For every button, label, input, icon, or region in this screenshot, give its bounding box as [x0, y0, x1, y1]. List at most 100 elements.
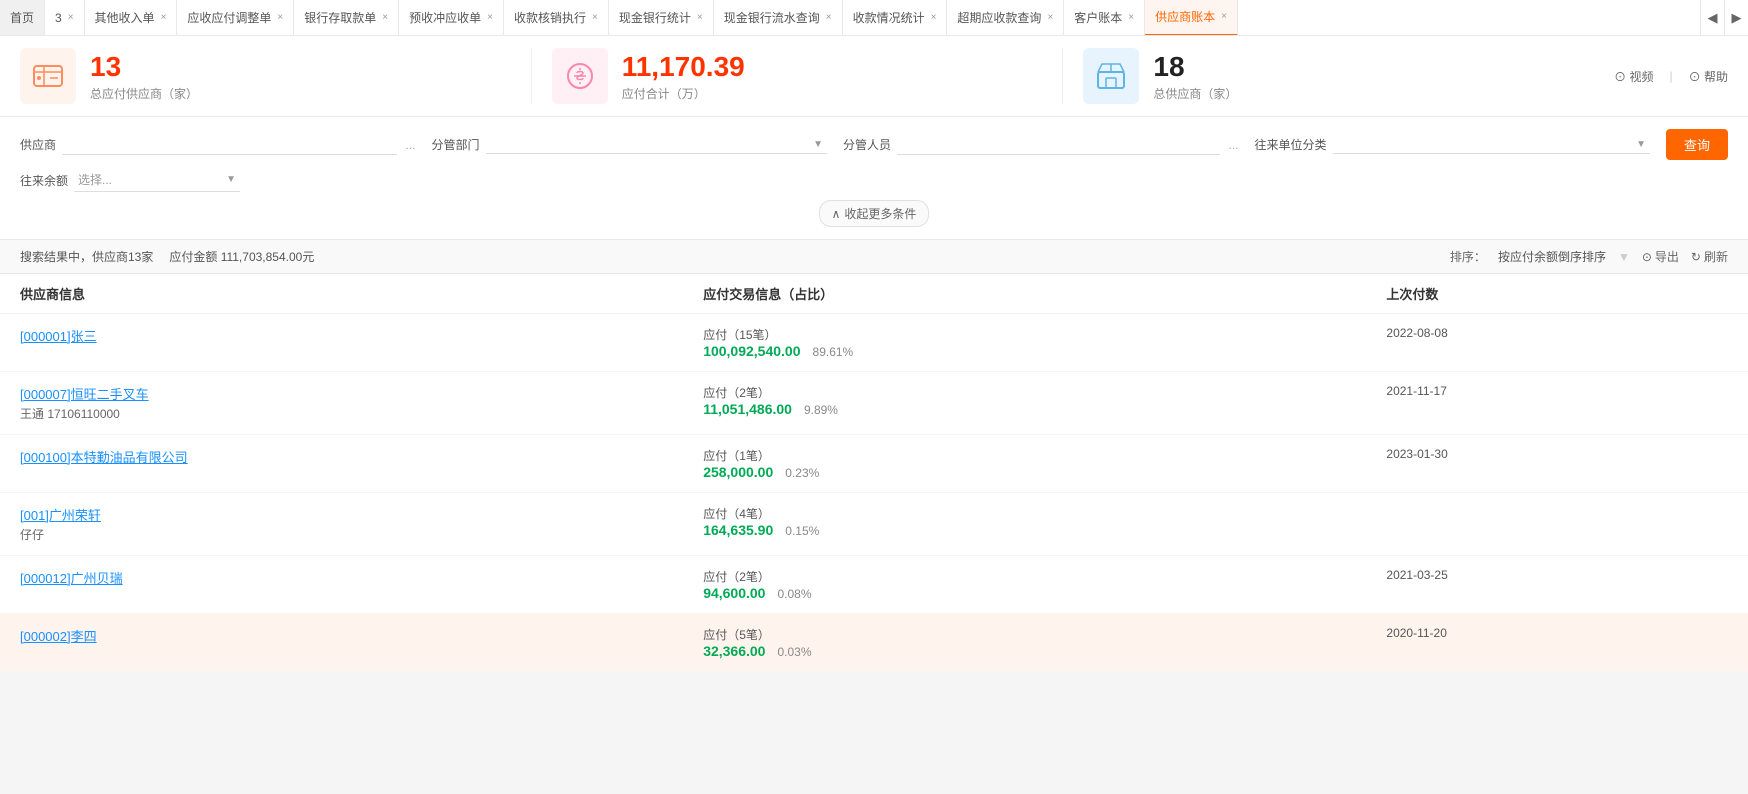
person-dots[interactable]: ... — [1228, 138, 1238, 152]
nav-tab-supplier-ledger[interactable]: 供应商账本× — [1145, 0, 1238, 36]
search-button[interactable]: 查询 — [1666, 129, 1728, 160]
trans-percent-2: 0.23% — [785, 466, 819, 480]
nav-tab-ar-ap-adjust[interactable]: 应收应付调整单× — [177, 0, 294, 36]
last-pay-4: 2021-03-25 — [1386, 568, 1728, 582]
results-amount-text: 应付金额 111,703,854.00元 — [169, 248, 314, 265]
nav-tab-other-income[interactable]: 其他收入单× — [85, 0, 178, 36]
last-pay-5: 2020-11-20 — [1386, 626, 1728, 640]
trans-amount-4[interactable]: 94,600.00 — [703, 585, 765, 601]
close-tab-customer-ledger-icon[interactable]: × — [1128, 12, 1134, 23]
balance-select[interactable]: 选择... ▼ — [74, 168, 240, 192]
nav-tab-cash-bank-flow[interactable]: 现金银行流水查询× — [714, 0, 843, 36]
supplier-link-2[interactable]: [000100]本特勤油品有限公司 — [20, 450, 188, 465]
total-payable-suppliers: 13 — [90, 50, 198, 84]
nav-tab-receipt-verify[interactable]: 收款核销执行× — [504, 0, 609, 36]
trans-percent-0: 89.61% — [813, 345, 854, 359]
summary-card2-info: 11,170.39 应付合计（万） — [622, 50, 745, 103]
close-tab-tab3-icon[interactable]: × — [68, 12, 74, 23]
last-pay-2: 2023-01-30 — [1386, 447, 1728, 461]
supplier-cell-3: [001]广州荣轩仔仔 — [20, 505, 703, 543]
col-header-supplier: 供应商信息 — [20, 284, 703, 303]
trans-amount-5[interactable]: 32,366.00 — [703, 643, 765, 659]
export-icon: ⊙ — [1642, 250, 1652, 264]
close-tab-other-income-icon[interactable]: × — [161, 12, 167, 23]
total-suppliers: 18 — [1153, 50, 1237, 84]
trans-amount-0[interactable]: 100,092,540.00 — [703, 343, 800, 359]
nav-tab-receipt-stat[interactable]: 收款情况统计× — [843, 0, 948, 36]
close-tab-overdue-ar-icon[interactable]: × — [1047, 12, 1053, 23]
total-suppliers-label: 总供应商（家） — [1153, 85, 1237, 102]
trans-label-1: 应付（2笔） — [703, 384, 1386, 401]
nav-tab-bank-deposit[interactable]: 银行存取款单× — [294, 0, 399, 36]
help-icon: ⊙ — [1689, 70, 1701, 84]
transaction-cell-0: 应付（15笔）100,092,540.0089.61% — [703, 326, 1386, 359]
supplier-cell-4: [000012]广州贝瑞 — [20, 568, 703, 587]
last-pay-1: 2021-11-17 — [1386, 384, 1728, 398]
table-header-row: 供应商信息 应付交易信息（占比） 上次付数 — [0, 274, 1748, 314]
dept-dropdown-icon: ▼ — [813, 139, 823, 150]
supplier-link-3[interactable]: [001]广州荣轩 — [20, 508, 101, 523]
trans-percent-3: 0.15% — [785, 524, 819, 538]
close-tab-cash-bank-flow-icon[interactable]: × — [826, 12, 832, 23]
close-tab-bank-deposit-icon[interactable]: × — [382, 12, 388, 23]
nav-right-arrow[interactable]: ▶ — [1724, 0, 1748, 36]
video-link[interactable]: ⊙ 视频 — [1614, 68, 1653, 85]
export-button[interactable]: ⊙ 导出 — [1642, 248, 1679, 265]
close-tab-ar-ap-adjust-icon[interactable]: × — [277, 12, 283, 23]
trans-amount-3[interactable]: 164,635.90 — [703, 522, 773, 538]
close-tab-receipt-verify-icon[interactable]: × — [592, 12, 598, 23]
filter-bar: 供应商 ... 分管部门 ▼ 分管人员 ... 往来单位分类 ▼ 查询 — [0, 117, 1748, 240]
trans-amount-2[interactable]: 258,000.00 — [703, 464, 773, 480]
person-input[interactable] — [897, 134, 1220, 155]
last-pay-0: 2022-08-08 — [1386, 326, 1728, 340]
summary-card3-info: 18 总供应商（家） — [1153, 50, 1237, 103]
nav-tab-prepay-ar[interactable]: 预收冲应收单× — [399, 0, 504, 36]
table-row: [000007]恒旺二手叉车王通 17106110000应付（2笔）11,051… — [0, 372, 1748, 435]
table-body: [000001]张三应付（15笔）100,092,540.0089.61%202… — [0, 314, 1748, 672]
supplier-link-1[interactable]: [000007]恒旺二手叉车 — [20, 387, 149, 402]
trans-label-3: 应付（4笔） — [703, 505, 1386, 522]
supplier-link-4[interactable]: [000012]广州贝瑞 — [20, 571, 123, 586]
transaction-cell-3: 应付（4笔）164,635.90 0.15% — [703, 505, 1386, 538]
nav-left-arrow[interactable]: ◀ — [1700, 0, 1724, 36]
transaction-cell-4: 应付（2笔）94,600.000.08% — [703, 568, 1386, 601]
summary-bar: 13 总应付供应商（家） 11,170.39 应付合计（万） — [0, 36, 1748, 117]
refresh-button[interactable]: ↻ 刷新 — [1691, 248, 1728, 265]
filter-person: 分管人员 ... — [843, 134, 1239, 155]
filter-balance: 往来余额 选择... ▼ — [20, 168, 240, 192]
nav-tab-cash-bank-stat[interactable]: 现金银行统计× — [609, 0, 714, 36]
unit-type-label: 往来单位分类 — [1255, 136, 1327, 153]
supplier-link-5[interactable]: [000002]李四 — [20, 629, 97, 644]
collapse-button[interactable]: ∧ 收起更多条件 — [819, 200, 930, 227]
supplier-icon — [20, 48, 76, 104]
supplier-link-0[interactable]: [000001]张三 — [20, 329, 97, 344]
nav-tab-home[interactable]: 首页 — [0, 0, 45, 36]
transaction-cell-5: 应付（5笔）32,366.000.03% — [703, 626, 1386, 659]
person-label: 分管人员 — [843, 136, 891, 153]
supplier-input[interactable] — [62, 134, 397, 155]
summary-card-total-suppliers: 18 总供应商（家） — [1083, 48, 1594, 104]
collapse-label: 收起更多条件 — [844, 205, 916, 222]
summary-card1-info: 13 总应付供应商（家） — [90, 50, 198, 103]
results-actions: 排序： 按应付余额倒序排序 ▼ ⊙ 导出 ↻ 刷新 — [1450, 248, 1728, 265]
transaction-cell-1: 应付（2笔）11,051,486.009.89% — [703, 384, 1386, 417]
balance-select-text: 选择... — [78, 171, 226, 188]
trans-amount-1[interactable]: 11,051,486.00 — [703, 401, 792, 417]
close-tab-cash-bank-stat-icon[interactable]: × — [697, 12, 703, 23]
supplier-table: 供应商信息 应付交易信息（占比） 上次付数 [000001]张三应付（15笔）1… — [0, 274, 1748, 672]
close-tab-receipt-stat-icon[interactable]: × — [931, 12, 937, 23]
unit-type-select[interactable]: ▼ — [1333, 136, 1650, 154]
close-tab-prepay-ar-icon[interactable]: × — [487, 12, 493, 23]
close-tab-supplier-ledger-icon[interactable]: × — [1221, 11, 1227, 22]
nav-tab-tab3[interactable]: 3× — [45, 0, 85, 36]
transaction-cell-2: 应付（1笔）258,000.000.23% — [703, 447, 1386, 480]
sort-option[interactable]: 按应付余额倒序排序 — [1498, 248, 1606, 265]
results-summary: 搜索结果中，供应商13家 应付金额 111,703,854.00元 — [20, 248, 314, 265]
supplier-dots[interactable]: ... — [405, 138, 415, 152]
nav-tab-customer-ledger[interactable]: 客户账本× — [1064, 0, 1145, 36]
dept-select[interactable]: ▼ — [486, 136, 827, 154]
help-link[interactable]: ⊙ 帮助 — [1689, 68, 1728, 85]
filter-dept: 分管部门 ▼ — [432, 136, 828, 154]
nav-tab-overdue-ar[interactable]: 超期应收款查询× — [947, 0, 1064, 36]
results-supplier-count: 搜索结果中，供应商13家 — [20, 248, 153, 265]
